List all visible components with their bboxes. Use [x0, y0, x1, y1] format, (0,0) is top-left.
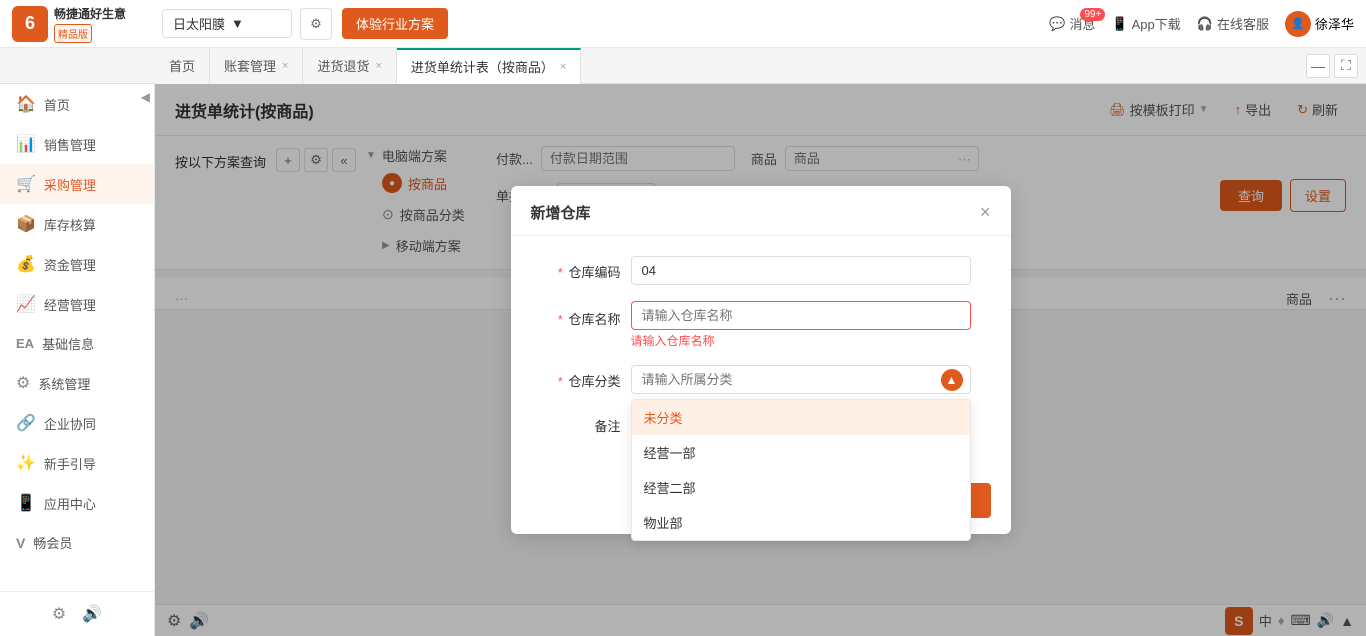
- dropdown-item-dept2[interactable]: 经营二部: [632, 470, 970, 505]
- close-icon[interactable]: ×: [375, 60, 381, 72]
- form-row-code: * 仓库编码: [551, 256, 971, 285]
- headset-icon: 🎧: [1197, 16, 1213, 32]
- sidebar-bottom: ⚙ 🔊: [0, 591, 154, 636]
- sidebar-item-basic-info[interactable]: EA 基础信息: [0, 324, 154, 363]
- gear-button[interactable]: ⚙: [300, 8, 332, 40]
- business-icon: 📈: [16, 294, 36, 314]
- sidebar-item-inventory[interactable]: 📦 库存核算: [0, 204, 154, 244]
- tab-home[interactable]: 首页: [155, 48, 210, 84]
- modal-body: * 仓库编码 * 仓库名称: [511, 236, 1011, 471]
- category-input[interactable]: [631, 365, 971, 394]
- finance-icon: 💰: [16, 254, 36, 274]
- close-icon[interactable]: ×: [282, 60, 288, 72]
- sidebar: ◀ 🏠 首页 📊 销售管理 🛒 采购管理 📦 库存核算 💰 资金管理 📈 经营管…: [0, 84, 155, 636]
- sidebar-item-finance[interactable]: 💰 资金管理: [0, 244, 154, 284]
- purchase-icon: 🛒: [16, 174, 36, 194]
- modal-add-warehouse: 新增仓库 × * 仓库编码: [511, 186, 1011, 534]
- inventory-icon: 📦: [16, 214, 36, 234]
- vip-icon: V: [16, 535, 25, 551]
- sidebar-item-home[interactable]: 🏠 首页: [0, 84, 154, 124]
- chevron-down-icon: ▼: [231, 16, 244, 31]
- category-label: * 仓库分类: [551, 365, 631, 390]
- main-layout: ◀ 🏠 首页 📊 销售管理 🛒 采购管理 📦 库存核算 💰 资金管理 📈 经营管…: [0, 84, 1366, 636]
- tab-actions: — ⛶: [1306, 54, 1366, 78]
- sidebar-item-collab[interactable]: 🔗 企业协同: [0, 403, 154, 443]
- message-icon: 💬: [1049, 16, 1065, 32]
- logo-text: 畅捷通好生意 精品版: [54, 5, 126, 43]
- code-input[interactable]: [631, 256, 971, 285]
- name-label: * 仓库名称: [551, 303, 631, 328]
- guide-icon: ✨: [16, 453, 36, 473]
- sales-icon: 📊: [16, 134, 36, 154]
- online-service-button[interactable]: 🎧 在线客服: [1197, 14, 1269, 33]
- sidebar-collapse-button[interactable]: ◀: [141, 90, 150, 104]
- sidebar-item-sales[interactable]: 📊 销售管理: [0, 124, 154, 164]
- sidebar-item-system[interactable]: ⚙ 系统管理: [0, 363, 154, 403]
- tab-purchase-return[interactable]: 进货退货 ×: [303, 48, 396, 84]
- sidebar-item-purchase[interactable]: 🛒 采购管理: [0, 164, 154, 204]
- tab-bar: 首页 账套管理 × 进货退货 × 进货单统计表（按商品） × — ⛶: [0, 48, 1366, 84]
- system-icon: ⚙: [16, 373, 30, 393]
- sidebar-item-business[interactable]: 📈 经营管理: [0, 284, 154, 324]
- dropdown-arrow-button[interactable]: ▲: [941, 369, 963, 391]
- home-icon: 🏠: [16, 94, 36, 114]
- name-input[interactable]: [631, 301, 971, 330]
- settings-icon[interactable]: ⚙: [48, 600, 70, 628]
- header-right: 💬 消息 99+ 📱 App下载 🎧 在线客服 👤 徐泽华: [1049, 11, 1354, 37]
- collab-icon: 🔗: [16, 413, 36, 433]
- apps-icon: 📱: [16, 493, 36, 513]
- phone-icon: 📱: [1111, 16, 1127, 32]
- trial-button[interactable]: 体验行业方案: [342, 8, 448, 39]
- sidebar-item-apps[interactable]: 📱 应用中心: [0, 483, 154, 523]
- avatar: 👤: [1285, 11, 1311, 37]
- messages-button[interactable]: 💬 消息 99+: [1049, 14, 1095, 33]
- form-row-category: * 仓库分类 ▲ 未分类 经营一部 经营二部 物业部: [551, 365, 971, 394]
- app-download-button[interactable]: 📱 App下载: [1111, 14, 1180, 33]
- logo-icon: 6: [12, 6, 48, 42]
- content-area: 进货单统计(按商品) 🖨 按模板打印 ▼ ↑ 导出 ↻ 刷新 按以下方案查询: [155, 84, 1366, 636]
- sidebar-item-vip[interactable]: V 畅会员: [0, 523, 154, 562]
- user-area[interactable]: 👤 徐泽华: [1285, 11, 1354, 37]
- store-selector[interactable]: 日太阳膜 ▼: [162, 9, 292, 38]
- modal-close-button[interactable]: ×: [980, 202, 991, 223]
- minimize-tab-button[interactable]: —: [1306, 54, 1330, 78]
- user-icon: 👤: [1291, 17, 1305, 30]
- category-dropdown-wrapper: ▲ 未分类 经营一部 经营二部 物业部: [631, 365, 971, 394]
- basic-info-icon: EA: [16, 336, 34, 351]
- notes-label: 备注: [551, 410, 631, 435]
- code-label: * 仓库编码: [551, 256, 631, 281]
- speaker-icon[interactable]: 🔊: [78, 600, 106, 628]
- name-error-msg: 请输入仓库名称: [631, 334, 715, 348]
- modal-title: 新增仓库: [531, 202, 591, 223]
- logo-area: 6 畅捷通好生意 精品版: [12, 5, 162, 43]
- tab-account[interactable]: 账套管理 ×: [210, 48, 303, 84]
- modal-header: 新增仓库 ×: [511, 186, 1011, 236]
- tab-purchase-stats[interactable]: 进货单统计表（按商品） ×: [397, 48, 581, 84]
- dropdown-item-dept1[interactable]: 经营一部: [632, 435, 970, 470]
- modal-overlay[interactable]: 新增仓库 × * 仓库编码: [155, 84, 1366, 636]
- dropdown-item-dept3[interactable]: 物业部: [632, 505, 970, 540]
- category-dropdown-menu: 未分类 经营一部 经营二部 物业部: [631, 399, 971, 541]
- top-header: 6 畅捷通好生意 精品版 日太阳膜 ▼ ⚙ 体验行业方案 💬 消息 99+ 📱 …: [0, 0, 1366, 48]
- dropdown-item-unclassified[interactable]: 未分类: [632, 400, 970, 435]
- form-row-name: * 仓库名称 请输入仓库名称: [551, 301, 971, 349]
- expand-tab-button[interactable]: ⛶: [1334, 54, 1358, 78]
- gear-icon: ⚙: [310, 16, 322, 32]
- sidebar-item-guide[interactable]: ✨ 新手引导: [0, 443, 154, 483]
- close-icon[interactable]: ×: [560, 61, 566, 73]
